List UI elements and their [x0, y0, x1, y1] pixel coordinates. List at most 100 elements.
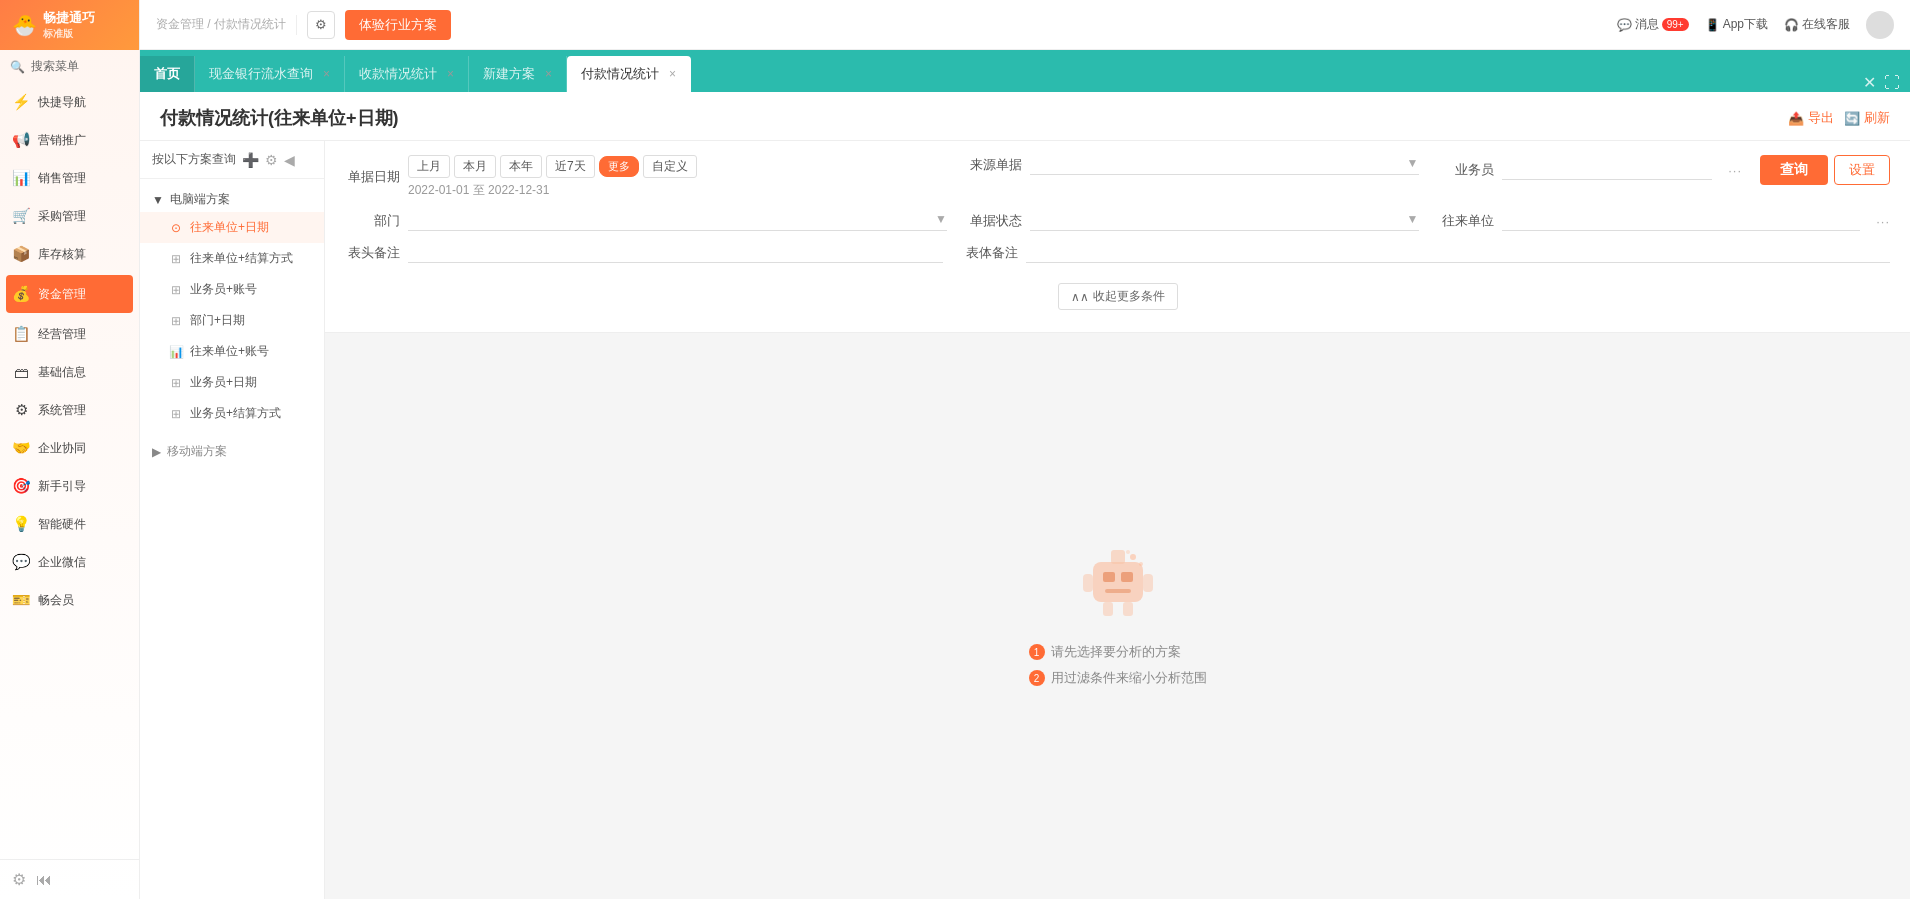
tab-close-payment-stats[interactable]: × [669, 67, 676, 81]
desktop-schemes: ▼ 电脑端方案 ⊙ 往来单位+日期⊞ 往来单位+结算方式⊞ 业务员+账号⊞ 部门… [140, 179, 324, 437]
sidebar-item-finance[interactable]: 💰 资金管理 [6, 275, 133, 313]
staff-more-btn[interactable]: ··· [1728, 163, 1742, 178]
source-select-wrap[interactable]: ▼ [1030, 155, 1419, 175]
scheme-label-staff-settle: 业务员+结算方式 [190, 405, 281, 422]
app-download-area[interactable]: 📱 App下载 [1705, 16, 1768, 33]
custom-btn[interactable]: 自定义 [643, 155, 697, 178]
sidebar-item-marketing[interactable]: 📢 营销推广 [0, 121, 139, 159]
page-title: 付款情况统计(往来单位+日期) [160, 106, 399, 130]
source-select[interactable] [1030, 155, 1419, 170]
svg-rect-5 [1083, 574, 1093, 592]
query-btn[interactable]: 查询 [1760, 155, 1828, 185]
expand-icon[interactable]: ⛶ [1884, 74, 1900, 92]
user-avatar[interactable] [1866, 11, 1894, 39]
doc-status-select[interactable] [1030, 211, 1419, 226]
collapse-icon[interactable]: ⏮ [36, 871, 52, 889]
scheme-item-dept-date[interactable]: ⊞ 部门+日期 [140, 305, 324, 336]
sidebar-item-enterprise[interactable]: 🤝 企业协同 [0, 429, 139, 467]
scheme-item-staff-date[interactable]: ⊞ 业务员+日期 [140, 367, 324, 398]
staff-date-icon: ⊞ [168, 375, 184, 391]
tab-close-receipt-stats[interactable]: × [447, 67, 454, 81]
more-btn[interactable]: 更多 [599, 156, 639, 177]
export-btn[interactable]: 📤 导出 [1788, 109, 1834, 127]
partner-more-btn[interactable]: ··· [1876, 214, 1890, 229]
partner-input[interactable] [1502, 211, 1861, 226]
sidebar-item-quick-nav[interactable]: ⚡ 快捷导航 [0, 83, 139, 121]
topbar-divider [296, 15, 297, 35]
collapse-btn[interactable]: ∧∧ 收起更多条件 [1058, 283, 1178, 310]
add-scheme-btn[interactable]: ➕ [242, 152, 259, 168]
scheme-item-unit-account[interactable]: 📊 往来单位+账号 [140, 336, 324, 367]
sidebar-item-inventory[interactable]: 📦 库存核算 [0, 235, 139, 273]
tab-home[interactable]: 首页 [140, 56, 195, 92]
sidebar-item-label-operation: 经营管理 [38, 326, 86, 343]
scheme-item-unit-date[interactable]: ⊙ 往来单位+日期 [140, 212, 324, 243]
header-note-input[interactable] [408, 243, 943, 258]
doc-status-dropdown-icon: ▼ [1407, 212, 1419, 226]
breadcrumb: 资金管理 / 付款情况统计 [156, 16, 286, 33]
tab-new-scheme[interactable]: 新建方案× [469, 56, 567, 92]
sidebar-item-purchase[interactable]: 🛒 采购管理 [0, 197, 139, 235]
tabs-bar: 首页现金银行流水查询×收款情况统计×新建方案× 付款情况统计 × ✕ ⛶ [140, 50, 1910, 92]
tab-bank-flow[interactable]: 现金银行流水查询× [195, 56, 345, 92]
sidebar-item-hardware[interactable]: 💡 智能硬件 [0, 505, 139, 543]
dept-select[interactable] [408, 211, 947, 226]
logo-name: 畅捷通巧 [43, 10, 95, 25]
this-month-btn[interactable]: 本月 [454, 155, 496, 178]
collapse-scheme-btn[interactable]: ◀ [284, 152, 295, 168]
scheme-item-staff-settle[interactable]: ⊞ 业务员+结算方式 [140, 398, 324, 429]
this-year-btn[interactable]: 本年 [500, 155, 542, 178]
sidebar-item-member[interactable]: 🎫 畅会员 [0, 581, 139, 619]
date-label: 单据日期 [345, 168, 400, 186]
close-tab-icon[interactable]: ✕ [1863, 73, 1876, 92]
filter-group-dept: 部门 ▼ [345, 211, 947, 231]
message-area[interactable]: 💬 消息 99+ [1617, 16, 1689, 33]
sidebar-logo: 🐣 畅捷通巧 标准版 [0, 0, 139, 50]
tab-close-new-scheme[interactable]: × [545, 67, 552, 81]
sidebar-item-guide[interactable]: 🎯 新手引导 [0, 467, 139, 505]
body-note-input-wrap [1026, 243, 1890, 263]
online-service-area[interactable]: 🎧 在线客服 [1784, 16, 1850, 33]
tab-close-bank-flow[interactable]: × [323, 67, 330, 81]
svg-rect-3 [1105, 589, 1131, 593]
doc-status-select-wrap[interactable]: ▼ [1030, 211, 1419, 231]
desktop-section-header[interactable]: ▼ 电脑端方案 [140, 187, 324, 212]
tab-label-payment-stats: 付款情况统计 [581, 65, 659, 83]
trial-btn[interactable]: 体验行业方案 [345, 10, 451, 40]
settings-btn[interactable]: 设置 [1834, 155, 1890, 185]
unit-account-icon: 📊 [168, 344, 184, 360]
sidebar-item-wechat[interactable]: 💬 企业微信 [0, 543, 139, 581]
scheme-item-unit-settle[interactable]: ⊞ 往来单位+结算方式 [140, 243, 324, 274]
filter-group-partner: 往来单位 ··· [1439, 211, 1891, 231]
dept-select-wrap[interactable]: ▼ [408, 211, 947, 231]
svg-point-11 [1126, 550, 1130, 554]
tabs-actions: ✕ ⛶ [1863, 73, 1910, 92]
scheme-panel-header: 按以下方案查询 ➕ ⚙ ◀ [140, 141, 324, 179]
sidebar-item-sales[interactable]: 📊 销售管理 [0, 159, 139, 197]
scheme-settings-btn[interactable]: ⚙ [265, 152, 278, 168]
staff-account-icon: ⊞ [168, 282, 184, 298]
staff-input[interactable] [1502, 160, 1713, 175]
sidebar-item-system[interactable]: ⚙ 系统管理 [0, 391, 139, 429]
sidebar-item-basic[interactable]: 🗃 基础信息 [0, 353, 139, 391]
scheme-label-unit-settle: 往来单位+结算方式 [190, 250, 293, 267]
tab-receipt-stats[interactable]: 收款情况统计× [345, 56, 469, 92]
empty-tips: 1 请先选择要分析的方案 2 用过滤条件来缩小分析范围 [1029, 643, 1207, 687]
tip-num-2: 2 [1029, 670, 1045, 686]
refresh-icon: 🔄 [1844, 111, 1860, 126]
svg-rect-2 [1121, 572, 1133, 582]
partner-label: 往来单位 [1439, 212, 1494, 230]
settings-icon[interactable]: ⚙ [12, 870, 26, 889]
refresh-btn[interactable]: 🔄 刷新 [1844, 109, 1890, 127]
wechat-icon: 💬 [12, 553, 30, 571]
tab-payment-stats[interactable]: 付款情况统计 × [567, 56, 691, 92]
last-month-btn[interactable]: 上月 [408, 155, 450, 178]
body-note-input[interactable] [1026, 243, 1890, 258]
sidebar-search[interactable]: 🔍 搜索菜单 [0, 50, 139, 83]
mobile-section-header[interactable]: ▶ 移动端方案 [140, 437, 324, 466]
collapse-row: ∧∧ 收起更多条件 [345, 275, 1890, 318]
last-7days-btn[interactable]: 近7天 [546, 155, 595, 178]
sidebar-item-operation[interactable]: 📋 经营管理 [0, 315, 139, 353]
topbar-settings-btn[interactable]: ⚙ [307, 11, 335, 39]
scheme-item-staff-account[interactable]: ⊞ 业务员+账号 [140, 274, 324, 305]
